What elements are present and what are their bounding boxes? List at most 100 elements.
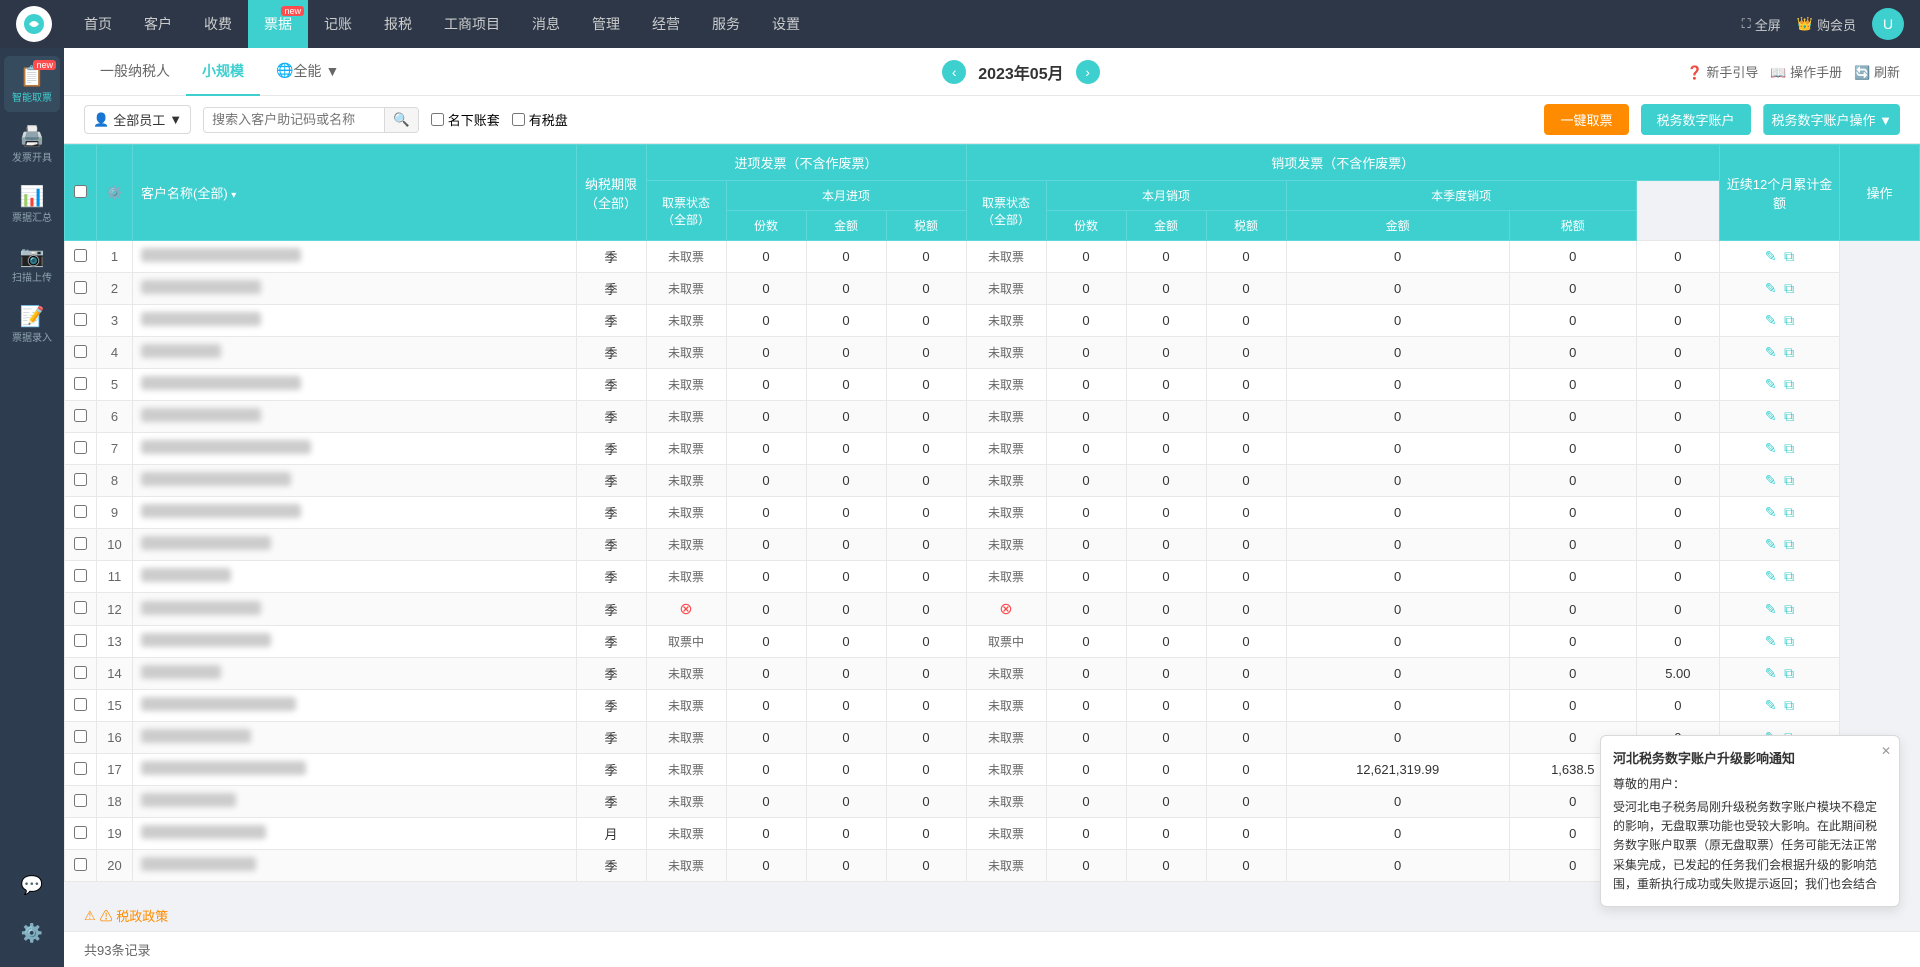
row-checkbox[interactable] xyxy=(74,826,87,839)
in-status[interactable]: 未取票 xyxy=(646,658,726,690)
copy-icon[interactable]: ⧉ xyxy=(1784,440,1794,456)
copy-icon[interactable]: ⧉ xyxy=(1784,665,1794,681)
out-status[interactable]: 未取票 xyxy=(966,690,1046,722)
new-guide-link[interactable]: ❓ 新手引导 xyxy=(1687,62,1759,81)
copy-icon[interactable]: ⧉ xyxy=(1784,376,1794,392)
out-status[interactable]: 取票中 xyxy=(966,626,1046,658)
out-status[interactable]: 未取票 xyxy=(966,369,1046,401)
avatar[interactable]: U xyxy=(1872,8,1904,40)
out-status[interactable]: 未取票 xyxy=(966,337,1046,369)
out-status[interactable]: 未取票 xyxy=(966,818,1046,850)
in-status[interactable]: 未取票 xyxy=(646,465,726,497)
tab-small-scale[interactable]: 小规模 xyxy=(186,48,260,96)
out-status[interactable]: 未取票 xyxy=(966,561,1046,593)
nav-settings[interactable]: 设置 xyxy=(756,0,816,48)
sidebar-item-invoice-issue[interactable]: 🖨️ 发票开具 xyxy=(4,116,60,172)
copy-icon[interactable]: ⧉ xyxy=(1784,504,1794,520)
nav-business[interactable]: 工商项目 xyxy=(428,0,516,48)
in-status[interactable]: 未取票 xyxy=(646,273,726,305)
edit-icon[interactable]: ✎ xyxy=(1765,665,1777,681)
out-status[interactable]: 未取票 xyxy=(966,273,1046,305)
copy-icon[interactable]: ⧉ xyxy=(1784,248,1794,264)
staff-selector[interactable]: 👤 全部员工 ▼ xyxy=(84,105,191,134)
out-status[interactable]: 未取票 xyxy=(966,850,1046,882)
edit-icon[interactable]: ✎ xyxy=(1765,601,1777,617)
out-status[interactable]: 未取票 xyxy=(966,305,1046,337)
edit-icon[interactable]: ✎ xyxy=(1765,344,1777,360)
sidebar-settings-icon[interactable]: ⚙️ xyxy=(14,915,50,951)
out-status[interactable]: 未取票 xyxy=(966,722,1046,754)
row-checkbox[interactable] xyxy=(74,794,87,807)
row-checkbox[interactable] xyxy=(74,313,87,326)
search-input[interactable] xyxy=(204,108,384,131)
out-status[interactable]: 未取票 xyxy=(966,433,1046,465)
out-status[interactable]: 未取票 xyxy=(966,658,1046,690)
in-status[interactable]: 未取票 xyxy=(646,561,726,593)
edit-icon[interactable]: ✎ xyxy=(1765,504,1777,520)
out-status[interactable]: 未取票 xyxy=(966,754,1046,786)
row-checkbox[interactable] xyxy=(74,345,87,358)
row-checkbox[interactable] xyxy=(74,569,87,582)
edit-icon[interactable]: ✎ xyxy=(1765,408,1777,424)
nav-customer[interactable]: 客户 xyxy=(128,0,188,48)
in-status[interactable]: 未取票 xyxy=(646,754,726,786)
sidebar-item-scan-upload[interactable]: 📷 扫描上传 xyxy=(4,236,60,292)
edit-icon[interactable]: ✎ xyxy=(1765,248,1777,264)
nav-operation[interactable]: 经营 xyxy=(636,0,696,48)
copy-icon[interactable]: ⧉ xyxy=(1784,697,1794,713)
in-status[interactable]: 未取票 xyxy=(646,722,726,754)
nav-service[interactable]: 服务 xyxy=(696,0,756,48)
edit-icon[interactable]: ✎ xyxy=(1765,440,1777,456)
row-checkbox[interactable] xyxy=(74,601,87,614)
row-checkbox[interactable] xyxy=(74,730,87,743)
copy-icon[interactable]: ⧉ xyxy=(1784,408,1794,424)
row-checkbox[interactable] xyxy=(74,698,87,711)
row-checkbox[interactable] xyxy=(74,634,87,647)
nav-ticket[interactable]: 票据 new xyxy=(248,0,308,48)
in-status[interactable]: 未取票 xyxy=(646,529,726,561)
nav-tax[interactable]: 报税 xyxy=(368,0,428,48)
in-status[interactable]: 未取票 xyxy=(646,433,726,465)
tab-general[interactable]: 一般纳税人 xyxy=(84,48,186,96)
prev-month-button[interactable]: ‹ xyxy=(942,60,966,84)
edit-icon[interactable]: ✎ xyxy=(1765,472,1777,488)
checkbox-tax-disk[interactable]: 有税盘 xyxy=(512,110,568,129)
tax-digital-account-button[interactable]: 税务数字账户 xyxy=(1641,104,1751,135)
row-checkbox[interactable] xyxy=(74,537,87,550)
edit-icon[interactable]: ✎ xyxy=(1765,280,1777,296)
row-checkbox[interactable] xyxy=(74,281,87,294)
notification-close-button[interactable]: ✕ xyxy=(1881,744,1891,758)
out-status[interactable]: 未取票 xyxy=(966,465,1046,497)
in-status[interactable]: 未取票 xyxy=(646,786,726,818)
tab-all[interactable]: 🌐 全能 ▼ xyxy=(260,48,355,96)
copy-icon[interactable]: ⧉ xyxy=(1784,536,1794,552)
sidebar-item-smart-ticket[interactable]: new 📋 智能取票 xyxy=(4,56,60,112)
fullscreen-button[interactable]: ⛶ 全屏 xyxy=(1742,15,1781,34)
out-status[interactable]: 未取票 xyxy=(966,401,1046,433)
tax-digital-account-dropdown[interactable]: 税务数字账户操作 ▼ xyxy=(1763,104,1900,135)
row-checkbox[interactable] xyxy=(74,473,87,486)
row-checkbox[interactable] xyxy=(74,249,87,262)
sidebar-item-ticket-entry[interactable]: 📝 票据录入 xyxy=(4,296,60,352)
edit-icon[interactable]: ✎ xyxy=(1765,633,1777,649)
tax-period-col-header[interactable]: 纳税期限（全部） xyxy=(576,145,646,241)
copy-icon[interactable]: ⧉ xyxy=(1784,633,1794,649)
copy-icon[interactable]: ⧉ xyxy=(1784,568,1794,584)
tax-disk-checkbox[interactable] xyxy=(512,113,525,126)
edit-icon[interactable]: ✎ xyxy=(1765,312,1777,328)
copy-icon[interactable]: ⧉ xyxy=(1784,472,1794,488)
row-checkbox[interactable] xyxy=(74,377,87,390)
edit-icon[interactable]: ✎ xyxy=(1765,536,1777,552)
select-all-checkbox[interactable] xyxy=(74,185,87,198)
edit-icon[interactable]: ✎ xyxy=(1765,568,1777,584)
copy-icon[interactable]: ⧉ xyxy=(1784,344,1794,360)
in-status[interactable]: 未取票 xyxy=(646,369,726,401)
next-month-button[interactable]: › xyxy=(1076,60,1100,84)
copy-icon[interactable]: ⧉ xyxy=(1784,280,1794,296)
in-status[interactable]: 未取票 xyxy=(646,818,726,850)
sidebar-chat-icon[interactable]: 💬 xyxy=(14,867,50,903)
out-status-col[interactable]: 取票状态（全部） xyxy=(966,181,1046,241)
refresh-link[interactable]: 🔄 刷新 xyxy=(1854,62,1900,81)
nav-manage[interactable]: 管理 xyxy=(576,0,636,48)
member-button[interactable]: 👑 购会员 xyxy=(1797,15,1856,34)
